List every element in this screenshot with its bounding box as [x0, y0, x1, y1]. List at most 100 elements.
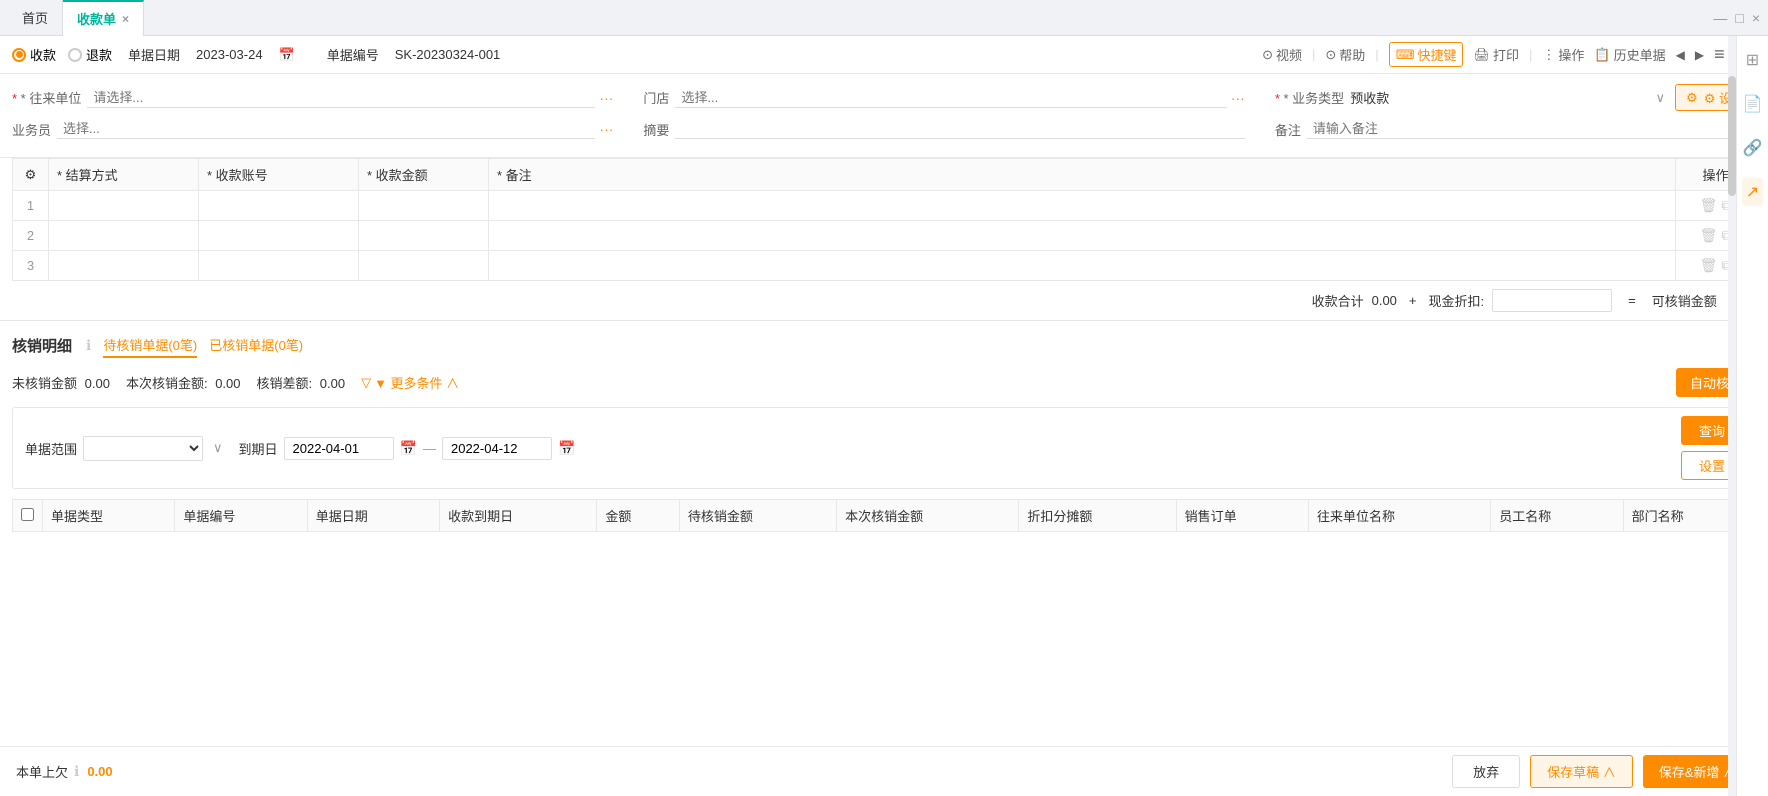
nav-left-icon[interactable]: ◀ — [1676, 48, 1685, 62]
store-more-btn[interactable]: ··· — [1231, 90, 1245, 106]
row-2-remark[interactable] — [489, 221, 1676, 251]
more-conditions-btn[interactable]: ▽ ▼ 更多条件 ∧ — [361, 373, 459, 392]
row-3-remark[interactable] — [489, 251, 1676, 281]
print-icon: 🖨 — [1473, 47, 1490, 63]
table-settings-header[interactable]: ⚙ — [13, 159, 49, 191]
sidebar-expand-icon[interactable]: ↗ — [1742, 178, 1763, 206]
verify-col-due: 收款到期日 — [440, 500, 597, 532]
toolbar: 收款 退款 单据日期 2023-03-24 📅 单据编号 SK-20230324… — [0, 36, 1768, 74]
verify-select-all-header[interactable] — [13, 500, 43, 532]
limit-value: 0.00 — [87, 764, 112, 779]
calendar-to-icon[interactable]: 📅 — [558, 440, 575, 457]
partner-input[interactable] — [87, 88, 595, 108]
row-3-settlement[interactable] — [49, 251, 199, 281]
tab-home[interactable]: 首页 — [8, 0, 63, 36]
total-label: 收款合计 — [1312, 291, 1364, 310]
partner-more-btn[interactable]: ··· — [599, 90, 613, 106]
store-label: 门店 — [643, 88, 669, 107]
receipt-refund-toggle: 收款 退款 — [12, 45, 112, 64]
tab-home-label: 首页 — [22, 8, 48, 27]
select-all-checkbox[interactable] — [21, 508, 34, 521]
table-header: ⚙ * 结算方式 * 收款账号 * 收款金额 * 备注 操作 — [13, 159, 1756, 191]
row-1-remark[interactable] — [489, 191, 1676, 221]
calendar-from-icon[interactable]: 📅 — [400, 440, 417, 457]
range-label: 单据范围 — [25, 439, 77, 458]
filter-icon: ▽ — [361, 375, 371, 391]
due-date-field: 到期日 📅 — 📅 — [239, 437, 576, 460]
due-date-from-input[interactable] — [284, 437, 394, 460]
right-sidebar: ⊞ 📄 🔗 ↗ — [1736, 36, 1768, 796]
remark-input[interactable] — [1307, 119, 1756, 139]
help-icon: ⊙ — [1325, 47, 1336, 63]
row-1-account[interactable] — [199, 191, 359, 221]
discount-label: 现金折扣: — [1429, 291, 1485, 310]
store-input[interactable] — [675, 88, 1226, 108]
print-btn[interactable]: 🖨 打印 — [1473, 45, 1519, 64]
biz-type-dropdown-icon[interactable]: ∨ — [1656, 90, 1666, 106]
row-3-delete-icon[interactable]: 🗑 — [1700, 257, 1718, 274]
close-icon[interactable]: × — [1752, 10, 1760, 26]
remark-header: * 备注 — [489, 159, 1676, 191]
tab-close-icon[interactable]: × — [122, 12, 129, 26]
row-2-amount[interactable] — [359, 221, 489, 251]
due-date-to-input[interactable] — [442, 437, 552, 460]
range-dropdown-icon[interactable]: ∨ — [213, 440, 223, 456]
verify-tab-pending[interactable]: 待核销单据(0笔) — [103, 333, 197, 358]
minimize-icon[interactable]: — — [1713, 10, 1727, 26]
maximize-icon[interactable]: □ — [1735, 10, 1743, 26]
row-2-delete-icon[interactable]: 🗑 — [1700, 227, 1718, 244]
current-stat: 本次核销金额: 0.00 — [126, 373, 241, 392]
verify-tab-done[interactable]: 已核销单据(0笔) — [209, 333, 303, 358]
verify-info-icon[interactable]: ℹ — [86, 337, 91, 354]
row-3-account[interactable] — [199, 251, 359, 281]
row-1-settlement[interactable] — [49, 191, 199, 221]
receipt-label: 收款 — [30, 45, 56, 64]
row-2-settlement[interactable] — [49, 221, 199, 251]
video-btn[interactable]: ⊙ 视频 — [1262, 45, 1302, 64]
receipt-radio[interactable]: 收款 — [12, 45, 56, 64]
video-icon: ⊙ — [1262, 47, 1273, 63]
row-1-delete-icon[interactable]: 🗑 — [1700, 197, 1718, 214]
sidebar-doc-icon[interactable]: 📄 — [1739, 90, 1767, 118]
current-value: 0.00 — [215, 376, 240, 391]
date-label: 单据日期 — [128, 45, 180, 64]
date-value: 2023-03-24 — [196, 47, 263, 62]
total-value: 0.00 — [1372, 293, 1397, 308]
net-label: 可核销金额 — [1652, 291, 1717, 310]
row-3-amount[interactable] — [359, 251, 489, 281]
calendar-icon[interactable]: 📅 — [279, 47, 295, 63]
shortcut-btn[interactable]: ⌨ 快捷键 — [1389, 42, 1464, 67]
scrollbar[interactable] — [1728, 36, 1736, 796]
limit-info-icon[interactable]: ℹ — [74, 763, 79, 780]
nav-right-icon[interactable]: ▶ — [1695, 48, 1704, 62]
summary-input[interactable] — [675, 119, 1244, 139]
layout-list-icon[interactable]: ≡ — [1714, 44, 1725, 65]
staff-field: 业务员 ··· — [12, 119, 613, 139]
range-select[interactable] — [83, 436, 203, 461]
footer-left: 本单上欠 ℹ 0.00 — [16, 762, 113, 781]
equals-sign: = — [1628, 293, 1636, 308]
help-btn[interactable]: ⊙ 帮助 — [1325, 45, 1365, 64]
staff-more-btn[interactable]: ··· — [599, 121, 613, 137]
verify-table: 单据类型 单据编号 单据日期 收款到期日 金额 待核销金额 本次核销金额 折扣分… — [12, 499, 1756, 532]
table-row: 1 🗑 ⧉ — [13, 191, 1756, 221]
line-items-table: ⚙ * 结算方式 * 收款账号 * 收款金额 * 备注 操作 — [12, 158, 1756, 281]
biz-type-field: * 业务类型 预收款 ∨ ⚙ ⚙ 设置 — [1275, 84, 1756, 111]
sidebar-link-icon[interactable]: 🔗 — [1739, 134, 1767, 162]
scroll-thumb[interactable] — [1728, 76, 1736, 196]
sidebar-table-icon[interactable]: ⊞ — [1742, 46, 1763, 74]
tab-receipt[interactable]: 收款单 × — [63, 0, 144, 36]
row-1-amount[interactable] — [359, 191, 489, 221]
refund-radio[interactable]: 退款 — [68, 45, 112, 64]
operation-btn[interactable]: ⋮ 操作 — [1542, 45, 1584, 64]
abandon-button[interactable]: 放弃 — [1452, 755, 1520, 788]
remark-label: 备注 — [1275, 120, 1301, 139]
table-settings-icon[interactable]: ⚙ — [25, 167, 37, 182]
discount-input[interactable] — [1492, 289, 1612, 312]
staff-input[interactable] — [57, 119, 595, 139]
table-body: 1 🗑 ⧉ 2 — [13, 191, 1756, 281]
row-2-account[interactable] — [199, 221, 359, 251]
save-draft-button[interactable]: 保存草稿 ∧ — [1530, 755, 1633, 788]
verify-col-partner: 往来单位名称 — [1308, 500, 1490, 532]
history-btn[interactable]: 📋 历史单据 — [1594, 45, 1665, 64]
